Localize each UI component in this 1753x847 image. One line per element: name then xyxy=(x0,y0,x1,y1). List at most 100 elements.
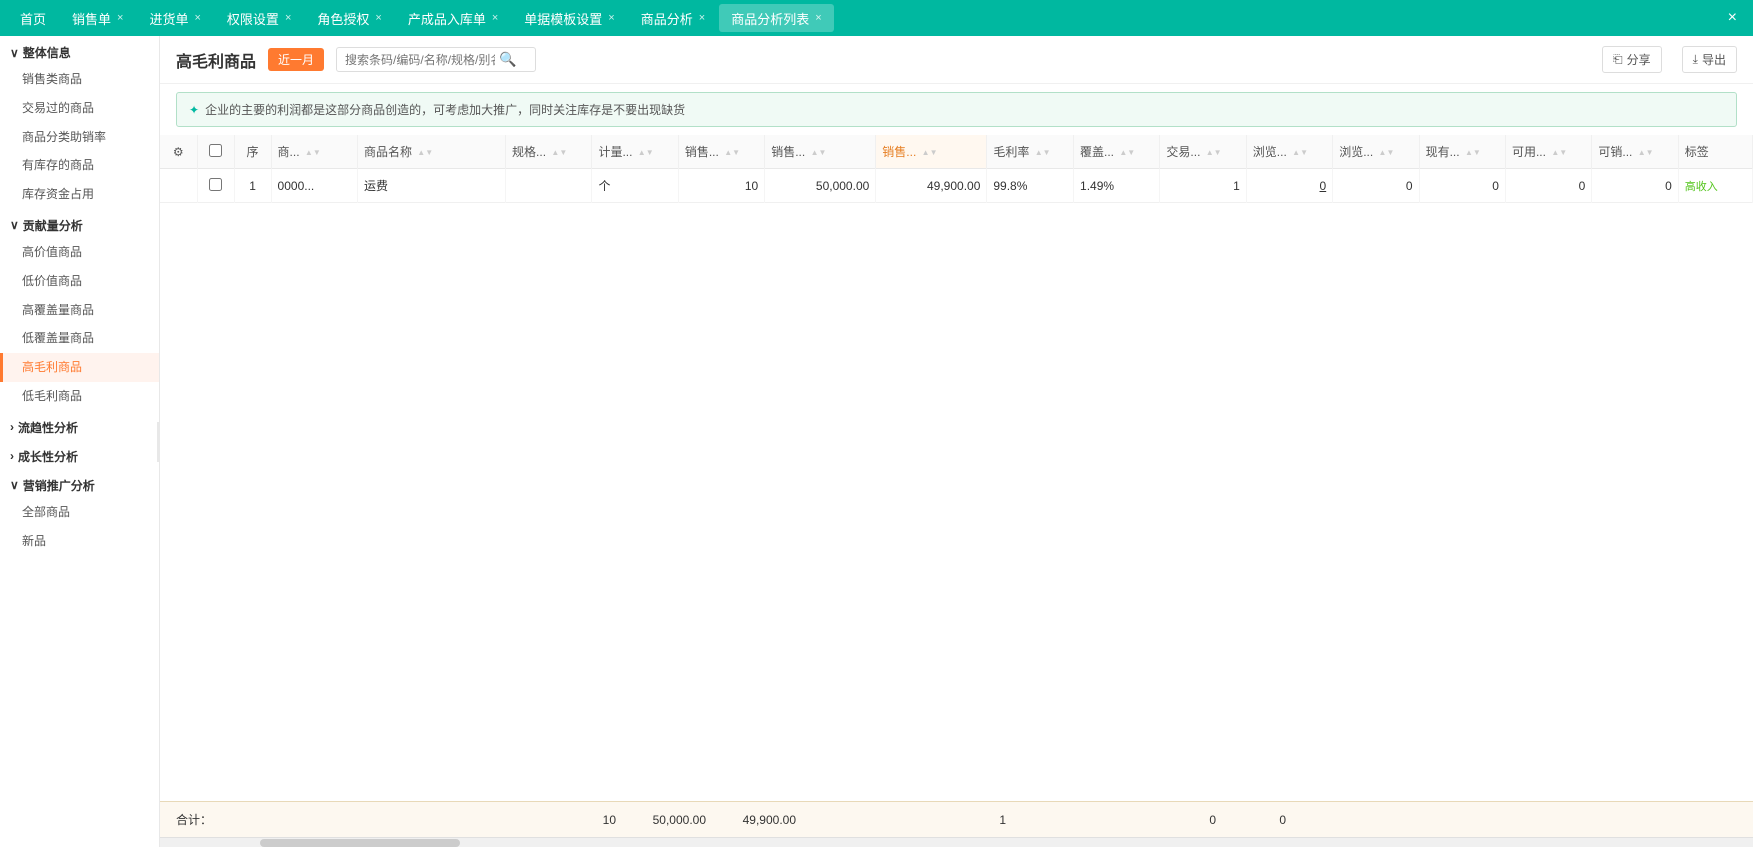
col-sales-profit[interactable]: 销售... ▲▼ xyxy=(876,135,987,169)
footer-transactions: 1 xyxy=(936,813,1006,827)
search-input[interactable] xyxy=(345,53,495,67)
sort-transactions-icon[interactable]: ▲▼ xyxy=(1206,148,1222,157)
sort-stock-available-icon[interactable]: ▲▼ xyxy=(1551,148,1567,157)
sidebar-group-overall[interactable]: ∨ 整体信息 xyxy=(0,36,159,65)
info-icon: ✦ xyxy=(189,103,199,117)
sort-coverage-icon[interactable]: ▲▼ xyxy=(1119,148,1135,157)
sort-code-icon[interactable]: ▲▼ xyxy=(305,148,321,157)
sidebar-item-stock-capital[interactable]: 库存资金占用 xyxy=(0,180,159,209)
sort-views2-icon[interactable]: ▲▼ xyxy=(1379,148,1395,157)
col-transactions[interactable]: 交易... ▲▼ xyxy=(1160,135,1246,169)
sort-sales-profit-icon[interactable]: ▲▼ xyxy=(922,148,938,157)
sidebar-group-contribution[interactable]: ∨ 贡献量分析 xyxy=(0,209,159,238)
nav-item-finished-goods[interactable]: 产成品入库单 × xyxy=(396,4,510,32)
col-settings[interactable]: ⚙ xyxy=(160,135,197,169)
info-banner: ✦ 企业的主要的利润都是这部分商品创造的，可考虑加大推广，同时关注库存是不要出现… xyxy=(176,92,1737,127)
nav-item-product-analysis[interactable]: 商品分析 × xyxy=(629,4,717,32)
sidebar-item-low-coverage[interactable]: 低覆盖量商品 xyxy=(0,324,159,353)
share-button[interactable]: ⎗ 分享 xyxy=(1602,46,1662,73)
sidebar-group-trend[interactable]: › 流趋性分析 xyxy=(0,411,159,440)
sort-spec-icon[interactable]: ▲▼ xyxy=(551,148,567,157)
footer-cells: 10 50,000.00 49,900.00 1 0 0 xyxy=(276,813,1737,827)
views1-link[interactable]: 0 xyxy=(1320,179,1327,193)
search-box[interactable]: 🔍 xyxy=(336,47,536,72)
row-views2: 0 xyxy=(1333,169,1419,203)
sidebar-item-new-goods[interactable]: 新品 xyxy=(0,527,159,556)
close-roles-icon[interactable]: × xyxy=(375,12,381,24)
close-template-icon[interactable]: × xyxy=(608,12,614,24)
col-sales-qty[interactable]: 销售... ▲▼ xyxy=(678,135,764,169)
window-close-button[interactable]: × xyxy=(1720,9,1745,27)
sidebar-toggle-button[interactable]: « xyxy=(157,422,160,462)
tag-badge: 高收入 xyxy=(1685,181,1718,193)
col-unit[interactable]: 计量... ▲▼ xyxy=(592,135,678,169)
close-finished-goods-icon[interactable]: × xyxy=(492,12,498,24)
bottom-scrollbar[interactable] xyxy=(160,837,1753,847)
col-tag: 标签 xyxy=(1678,135,1752,169)
date-filter-button[interactable]: 近一月 xyxy=(268,48,324,71)
row-views1[interactable]: 0 xyxy=(1246,169,1332,203)
sort-sales-qty-icon[interactable]: ▲▼ xyxy=(724,148,740,157)
nav-item-purchase[interactable]: 进货单 × xyxy=(137,4,212,32)
col-stock-available[interactable]: 可用... ▲▼ xyxy=(1505,135,1591,169)
col-name[interactable]: 商品名称 ▲▼ xyxy=(357,135,505,169)
nav-item-analysis-list[interactable]: 商品分析列表 × xyxy=(719,4,833,32)
col-coverage[interactable]: 覆盖... ▲▼ xyxy=(1074,135,1160,169)
export-button[interactable]: ⤓ 导出 xyxy=(1682,46,1737,73)
nav-item-roles[interactable]: 角色授权 × xyxy=(305,4,393,32)
sidebar-item-category-rate[interactable]: 商品分类助销率 xyxy=(0,123,159,152)
row-name[interactable]: 运费 xyxy=(357,169,505,203)
row-spec xyxy=(506,169,592,203)
sidebar-item-low-value[interactable]: 低价值商品 xyxy=(0,267,159,296)
sidebar-item-sales-goods[interactable]: 销售类商品 xyxy=(0,65,159,94)
nav-item-home[interactable]: 首页 xyxy=(8,4,58,32)
row-gear xyxy=(160,169,197,203)
sidebar-group-overall-arrow: ∨ xyxy=(10,46,19,60)
sidebar-item-high-coverage[interactable]: 高覆盖量商品 xyxy=(0,296,159,325)
sidebar-item-high-value[interactable]: 高价值商品 xyxy=(0,238,159,267)
sort-sales-amount-icon[interactable]: ▲▼ xyxy=(811,148,827,157)
sidebar-item-high-margin[interactable]: 高毛利商品 xyxy=(0,353,159,382)
row-code[interactable]: 0000... xyxy=(271,169,357,203)
row-checkbox[interactable] xyxy=(197,169,234,203)
sidebar-item-low-margin[interactable]: 低毛利商品 xyxy=(0,382,159,411)
page-title: 高毛利商品 xyxy=(176,48,256,72)
col-spec[interactable]: 规格... ▲▼ xyxy=(506,135,592,169)
nav-item-sales[interactable]: 销售单 × xyxy=(60,4,135,32)
sort-gross-rate-icon[interactable]: ▲▼ xyxy=(1035,148,1051,157)
search-icon[interactable]: 🔍 xyxy=(499,51,516,68)
sidebar-group-marketing[interactable]: ∨ 营销推广分析 xyxy=(0,469,159,498)
main-container: « ∨ 整体信息 销售类商品 交易过的商品 商品分类助销率 有库存的商品 库存资… xyxy=(0,36,1753,847)
close-purchase-icon[interactable]: × xyxy=(194,12,200,24)
sidebar-item-in-stock[interactable]: 有库存的商品 xyxy=(0,151,159,180)
content-header: 高毛利商品 近一月 🔍 ⎗ 分享 ⤓ 导出 xyxy=(160,36,1753,84)
close-product-analysis-icon[interactable]: × xyxy=(699,12,705,24)
row-tag: 高收入 xyxy=(1678,169,1752,203)
sidebar-group-growth[interactable]: › 成长性分析 xyxy=(0,440,159,469)
row-stock-current: 0 xyxy=(1419,169,1505,203)
col-views1[interactable]: 浏览... ▲▼ xyxy=(1246,135,1332,169)
select-all-checkbox[interactable] xyxy=(209,144,222,157)
col-stock-current[interactable]: 现有... ▲▼ xyxy=(1419,135,1505,169)
col-gross-rate[interactable]: 毛利率 ▲▼ xyxy=(987,135,1074,169)
sort-views1-icon[interactable]: ▲▼ xyxy=(1292,148,1308,157)
scrollbar-thumb[interactable] xyxy=(260,839,460,847)
col-sales-amount[interactable]: 销售... ▲▼ xyxy=(765,135,876,169)
sort-name-icon[interactable]: ▲▼ xyxy=(417,148,433,157)
nav-item-permissions[interactable]: 权限设置 × xyxy=(215,4,303,32)
sidebar-item-all-goods[interactable]: 全部商品 xyxy=(0,498,159,527)
col-views2[interactable]: 浏览... ▲▼ xyxy=(1333,135,1419,169)
col-code[interactable]: 商... ▲▼ xyxy=(271,135,357,169)
sidebar-group-trend-arrow: › xyxy=(10,420,14,434)
close-permissions-icon[interactable]: × xyxy=(285,12,291,24)
sidebar-item-traded-goods[interactable]: 交易过的商品 xyxy=(0,94,159,123)
sort-stock-saleable-icon[interactable]: ▲▼ xyxy=(1638,148,1654,157)
close-sales-icon[interactable]: × xyxy=(117,12,123,24)
sort-unit-icon[interactable]: ▲▼ xyxy=(638,148,654,157)
close-analysis-list-icon[interactable]: × xyxy=(815,12,821,24)
col-stock-saleable[interactable]: 可销... ▲▼ xyxy=(1592,135,1678,169)
sort-stock-current-icon[interactable]: ▲▼ xyxy=(1465,148,1481,157)
col-checkbox[interactable] xyxy=(197,135,234,169)
row-select-checkbox[interactable] xyxy=(209,178,222,191)
nav-item-template[interactable]: 单据模板设置 × xyxy=(512,4,626,32)
